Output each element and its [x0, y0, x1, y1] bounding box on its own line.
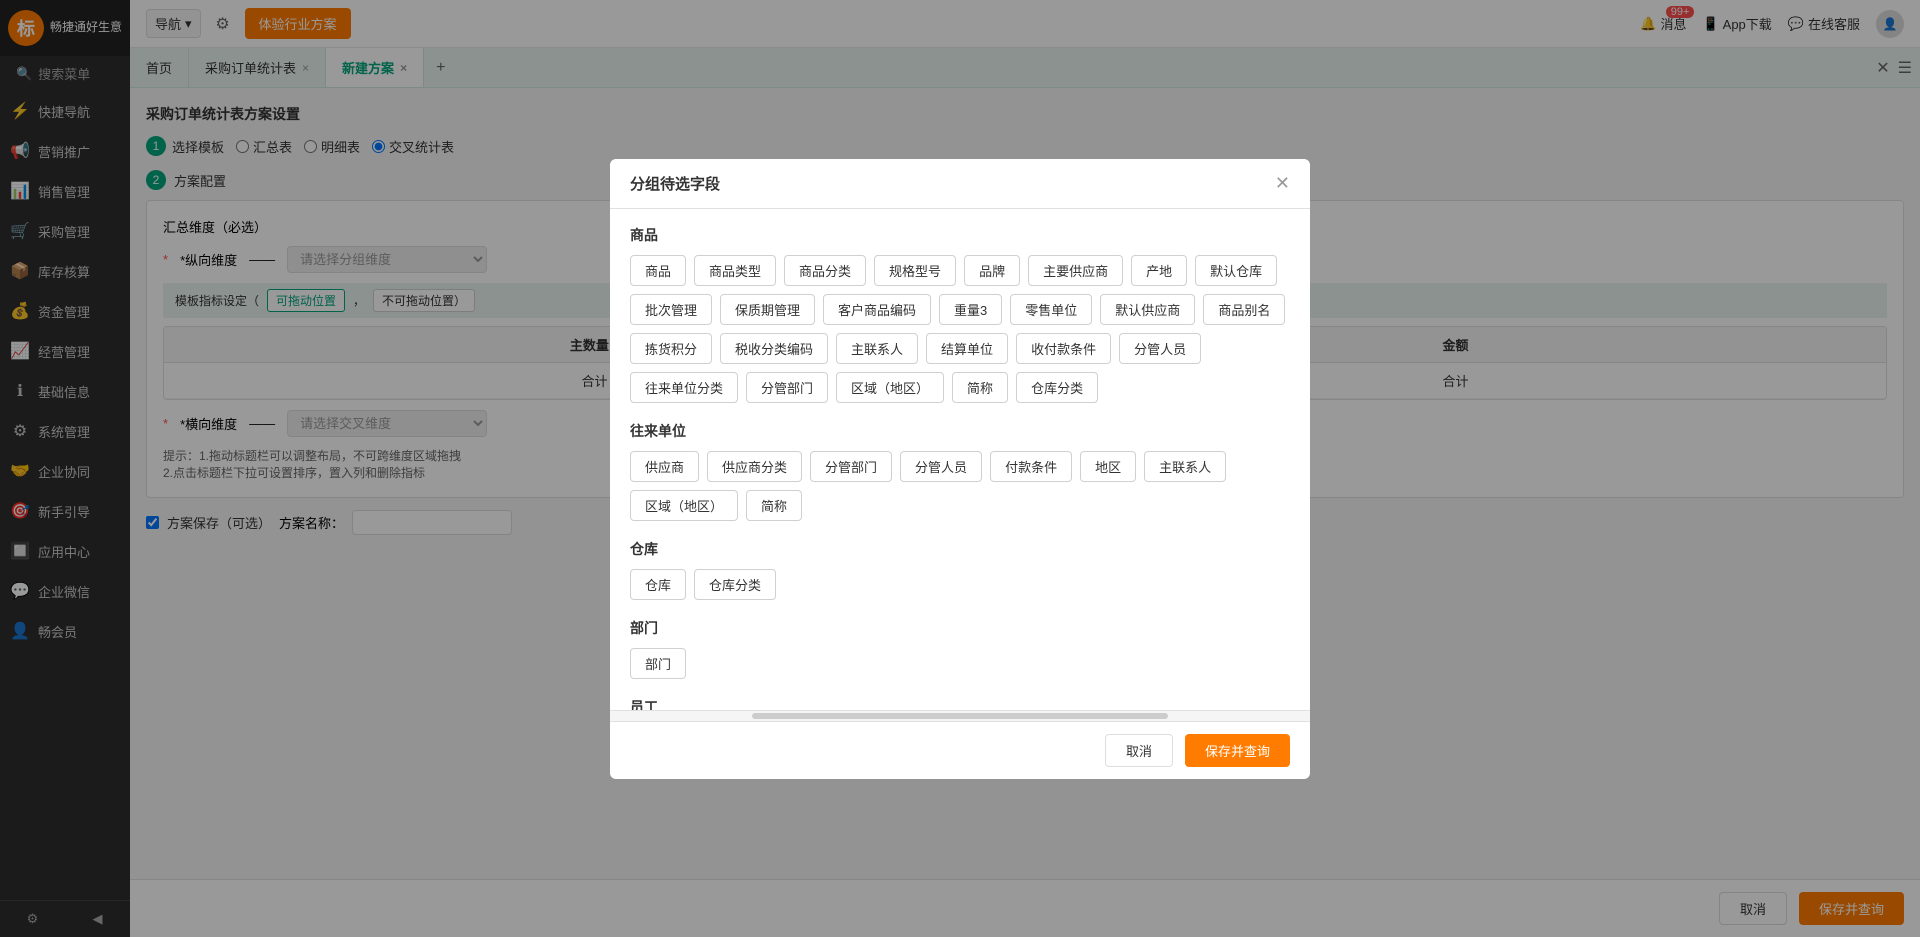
field-product-type[interactable]: 商品类型	[694, 255, 776, 286]
field-area[interactable]: 地区	[1080, 451, 1136, 482]
field-wh[interactable]: 仓库	[630, 569, 686, 600]
field-product[interactable]: 商品	[630, 255, 686, 286]
field-alias[interactable]: 商品别名	[1203, 294, 1285, 325]
field-contact[interactable]: 主联系人	[836, 333, 918, 364]
field-batch-mgmt[interactable]: 批次管理	[630, 294, 712, 325]
modal-body[interactable]: 商品 商品 商品类型 商品分类 规格型号 品牌 主要供应商 产地 默认仓库 批次…	[610, 209, 1310, 710]
field-default-supplier[interactable]: 默认供应商	[1100, 294, 1195, 325]
field-section-partner: 往来单位 供应商 供应商分类 分管部门 分管人员 付款条件 地区 主联系人 区域…	[630, 421, 1290, 521]
goods-section-title: 商品	[630, 225, 1290, 245]
modal-dialog: 分组待选字段 ✕ 商品 商品 商品类型 商品分类 规格型号 品牌 主要供应商 产…	[610, 159, 1310, 779]
field-product-category[interactable]: 商品分类	[784, 255, 866, 286]
modal-header: 分组待选字段 ✕	[610, 159, 1310, 209]
field-tax-code[interactable]: 税收分类编码	[720, 333, 828, 364]
department-section-title: 部门	[630, 618, 1290, 638]
warehouse-fields: 仓库 仓库分类	[630, 569, 1290, 600]
modal-footer: 取消 保存并查询	[610, 721, 1310, 779]
field-main-supplier[interactable]: 主要供应商	[1028, 255, 1123, 286]
field-wh-category[interactable]: 仓库分类	[694, 569, 776, 600]
field-expiry-mgmt[interactable]: 保质期管理	[720, 294, 815, 325]
modal-confirm-btn[interactable]: 保存并查询	[1185, 734, 1290, 767]
field-weight3[interactable]: 重量3	[939, 294, 1002, 325]
partner-fields: 供应商 供应商分类 分管部门 分管人员 付款条件 地区 主联系人 区域（地区） …	[630, 451, 1290, 521]
field-manage-person[interactable]: 分管人员	[900, 451, 982, 482]
field-manage-dept[interactable]: 分管部门	[810, 451, 892, 482]
warehouse-section-title: 仓库	[630, 539, 1290, 559]
field-settlement-unit[interactable]: 结算单位	[926, 333, 1008, 364]
field-dept[interactable]: 部门	[630, 648, 686, 679]
modal-close-btn[interactable]: ✕	[1275, 173, 1290, 194]
field-supplier[interactable]: 供应商	[630, 451, 699, 482]
field-section-goods: 商品 商品 商品类型 商品分类 规格型号 品牌 主要供应商 产地 默认仓库 批次…	[630, 225, 1290, 403]
field-supplier-category[interactable]: 供应商分类	[707, 451, 802, 482]
field-warehouse-category[interactable]: 仓库分类	[1016, 372, 1098, 403]
field-section-warehouse: 仓库 仓库 仓库分类	[630, 539, 1290, 600]
field-source-unit-category[interactable]: 往来单位分类	[630, 372, 738, 403]
field-origin[interactable]: 产地	[1131, 255, 1187, 286]
modal-cancel-btn[interactable]: 取消	[1105, 734, 1173, 767]
goods-fields: 商品 商品类型 商品分类 规格型号 品牌 主要供应商 产地 默认仓库 批次管理 …	[630, 255, 1290, 403]
department-fields: 部门	[630, 648, 1290, 679]
field-main-contact[interactable]: 主联系人	[1144, 451, 1226, 482]
field-section-department: 部门 部门	[630, 618, 1290, 679]
field-manager[interactable]: 分管人员	[1119, 333, 1201, 364]
modal-overlay[interactable]: 分组待选字段 ✕ 商品 商品 商品类型 商品分类 规格型号 品牌 主要供应商 产…	[0, 0, 1920, 937]
partner-section-title: 往来单位	[630, 421, 1290, 441]
field-abbr[interactable]: 简称	[952, 372, 1008, 403]
field-retail-unit[interactable]: 零售单位	[1010, 294, 1092, 325]
field-payment-cond[interactable]: 付款条件	[990, 451, 1072, 482]
field-default-warehouse[interactable]: 默认仓库	[1195, 255, 1277, 286]
field-brand[interactable]: 品牌	[964, 255, 1020, 286]
modal-title: 分组待选字段	[630, 173, 720, 194]
field-spec-type[interactable]: 规格型号	[874, 255, 956, 286]
employee-section-title: 员工	[630, 697, 1290, 710]
field-region2[interactable]: 区域（地区）	[630, 490, 738, 521]
field-payment-terms[interactable]: 收付款条件	[1016, 333, 1111, 364]
field-abbr2[interactable]: 简称	[746, 490, 802, 521]
field-section-employee: 员工 业务员	[630, 697, 1290, 710]
field-customer-code[interactable]: 客户商品编码	[823, 294, 931, 325]
field-dept-in-charge[interactable]: 分管部门	[746, 372, 828, 403]
field-region[interactable]: 区域（地区）	[836, 372, 944, 403]
field-pickup-points[interactable]: 拣货积分	[630, 333, 712, 364]
